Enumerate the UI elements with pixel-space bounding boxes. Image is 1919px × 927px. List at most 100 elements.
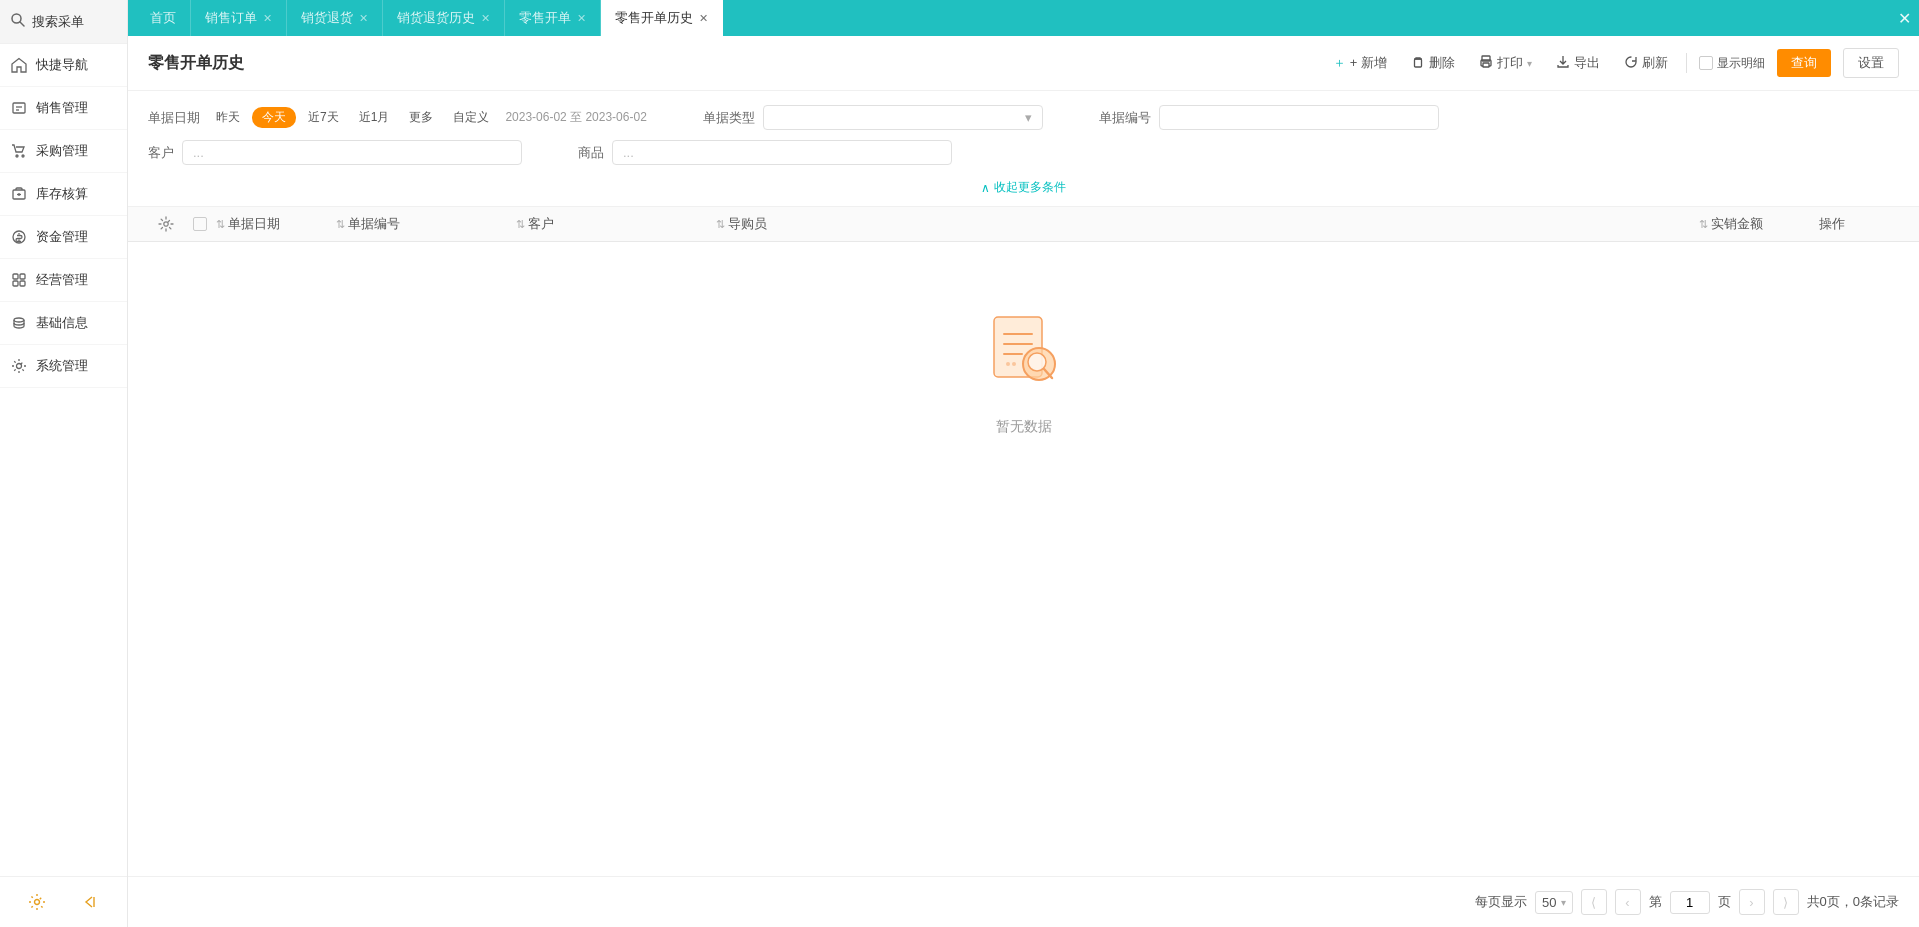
column-settings[interactable] [148,216,184,232]
col-header-guide[interactable]: ⇅ 导购员 [716,215,856,233]
collapse-bar[interactable]: ∧ 收起更多条件 [148,175,1899,200]
delete-label: 删除 [1429,54,1455,72]
prev-page-button[interactable]: ‹ [1615,889,1641,915]
tab-retail-open-close[interactable]: ✕ [577,12,586,25]
date-btn-more[interactable]: 更多 [401,107,441,128]
current-page-input[interactable]: 1 [1670,891,1710,914]
prev-page-icon: ‹ [1625,895,1629,910]
sidebar-item-finance[interactable]: 资金管理 [0,216,127,259]
svg-rect-2 [13,103,25,113]
base-icon [10,314,28,332]
sidebar-item-purchase[interactable]: 采购管理 [0,130,127,173]
add-button[interactable]: ＋ + 新增 [1327,50,1393,76]
sidebar-item-sales[interactable]: 销售管理 [0,87,127,130]
svg-line-1 [20,22,24,26]
tab-sales-return[interactable]: 销货退货 ✕ [287,0,383,36]
type-select[interactable]: ▾ [763,105,1043,130]
next-page-button[interactable]: › [1739,889,1765,915]
date-btn-1month[interactable]: 近1月 [351,107,398,128]
trash-icon [1411,55,1425,72]
svg-point-5 [16,155,18,157]
settings-button[interactable] [22,887,52,917]
print-button[interactable]: 打印 ▾ [1473,50,1538,76]
add-icon: ＋ [1333,54,1346,72]
query-label: 查询 [1791,54,1817,72]
sidebar-search[interactable]: 搜索采单 [0,0,127,44]
sidebar-nav: 快捷导航 销售管理 采购管理 [0,44,127,876]
goods-select-value: ... [623,145,941,160]
main-area: 首页 销售订单 ✕ 销货退货 ✕ 销货退货历史 ✕ 零售开单 ✕ 零售开单历史 … [128,0,1919,927]
settings-filter-button[interactable]: 设置 [1843,48,1899,78]
goods-filter-label: 商品 [578,144,604,162]
purchase-icon [10,142,28,160]
export-label: 导出 [1574,54,1600,72]
sort-icon-amount: ⇅ [1699,218,1708,231]
sidebar-item-sys[interactable]: 系统管理 [0,345,127,388]
col-customer-label: 客户 [528,215,554,233]
first-page-button[interactable]: ⟨ [1581,889,1607,915]
col-guide-label: 导购员 [728,215,767,233]
col-header-amount[interactable]: ⇅ 实销金额 [1699,215,1819,233]
pagination-bar: 每页显示 50 ▾ ⟨ ‹ 第 1 页 › ⟩ 共0页，0条记录 [128,876,1919,927]
last-page-button[interactable]: ⟩ [1773,889,1799,915]
col-header-date[interactable]: ⇅ 单据日期 [216,215,336,233]
home-icon [10,56,28,74]
tab-sales-return-label: 销货退货 [301,9,353,27]
date-btn-yesterday[interactable]: 昨天 [208,107,248,128]
sidebar-item-quick-nav[interactable]: 快捷导航 [0,44,127,87]
show-detail-checkbox[interactable] [1699,56,1713,70]
collapse-button[interactable] [75,887,105,917]
date-btn-7days[interactable]: 近7天 [300,107,347,128]
num-filter-input[interactable] [1159,105,1439,130]
search-icon [10,12,26,31]
tab-sales-return-close[interactable]: ✕ [359,12,368,25]
query-button[interactable]: 查询 [1777,49,1831,77]
date-btn-custom[interactable]: 自定义 [445,107,497,128]
num-filter-label: 单据编号 [1099,109,1151,127]
col-header-customer[interactable]: ⇅ 客户 [516,215,716,233]
col-header-num[interactable]: ⇅ 单据编号 [336,215,516,233]
window-close-button[interactable]: ✕ [1898,9,1911,28]
first-page-icon: ⟨ [1591,895,1596,910]
filter-row-1: 单据日期 昨天 今天 近7天 近1月 更多 自定义 2023-06-02 至 2… [148,105,1899,130]
collapse-label: 收起更多条件 [994,179,1066,196]
page: 零售开单历史 ＋ + 新增 删 [128,36,1919,876]
sidebar-label-quick-nav: 快捷导航 [36,56,88,74]
goods-select[interactable]: ... [612,140,952,165]
svg-rect-11 [13,274,18,279]
add-label: + 新增 [1350,54,1387,72]
show-detail-toggle[interactable]: 显示明细 [1699,55,1765,72]
tab-sales-order-close[interactable]: ✕ [263,12,272,25]
tab-home[interactable]: 首页 [136,0,191,36]
tab-sales-return-history-close[interactable]: ✕ [481,12,490,25]
export-button[interactable]: 导出 [1550,50,1606,76]
content-area: 零售开单历史 ＋ + 新增 删 [128,36,1919,876]
sidebar-item-base[interactable]: 基础信息 [0,302,127,345]
tab-sales-order-label: 销售订单 [205,9,257,27]
sidebar-item-inventory[interactable]: 库存核算 [0,173,127,216]
tab-sales-order[interactable]: 销售订单 ✕ [191,0,287,36]
tab-retail-open-history[interactable]: 零售开单历史 ✕ [601,0,723,36]
col-ops-label: 操作 [1819,215,1845,233]
svg-point-16 [17,364,22,369]
total-label: 共0页，0条记录 [1807,893,1899,911]
date-filter-label: 单据日期 [148,109,200,127]
delete-button[interactable]: 删除 [1405,50,1461,76]
svg-rect-19 [1415,59,1422,67]
select-all-checkbox[interactable] [184,217,216,231]
sort-icon-left: ⇅ [216,218,225,231]
print-icon [1479,55,1493,72]
customer-select[interactable]: ... [182,140,522,165]
sidebar-item-ops[interactable]: 经营管理 [0,259,127,302]
type-filter-group: 单据类型 ▾ [703,105,1043,130]
page-label-after: 页 [1718,893,1731,911]
tab-retail-open[interactable]: 零售开单 ✕ [505,0,601,36]
per-page-select[interactable]: 50 ▾ [1535,891,1572,914]
export-icon [1556,55,1570,72]
tab-retail-open-history-close[interactable]: ✕ [699,12,708,25]
empty-state: 暂无数据 [148,242,1899,496]
sidebar-search-label: 搜索采单 [32,13,84,31]
tab-sales-return-history[interactable]: 销货退货历史 ✕ [383,0,505,36]
refresh-button[interactable]: 刷新 [1618,50,1674,76]
date-btn-today[interactable]: 今天 [252,107,296,128]
